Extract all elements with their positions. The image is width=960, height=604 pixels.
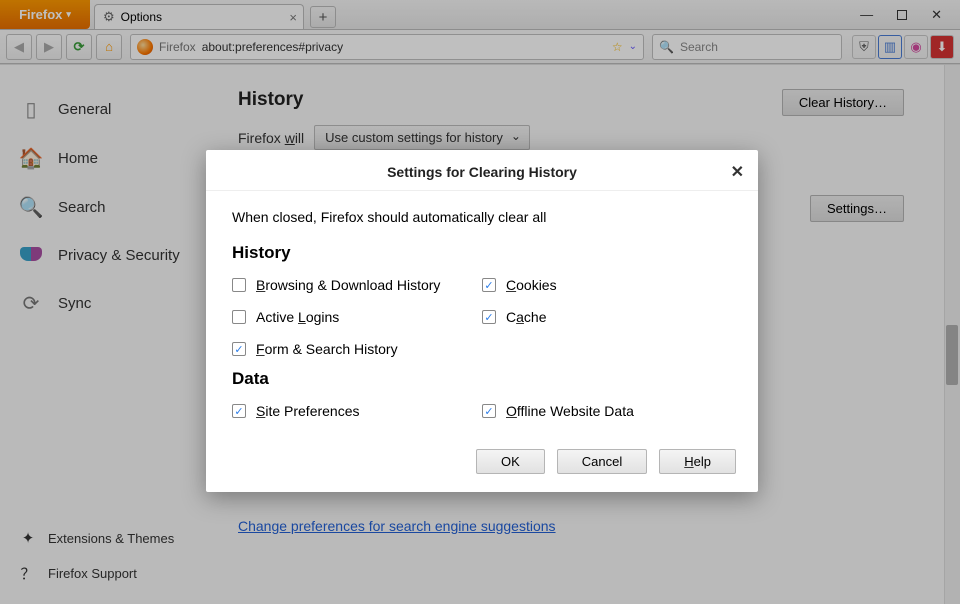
checkbox-label: Form & Search History (256, 341, 398, 357)
checkbox-icon (482, 278, 496, 292)
checkbox-label: Active Logins (256, 309, 339, 325)
checkbox-cookies[interactable]: Cookies (482, 277, 732, 293)
checkbox-label: Cookies (506, 277, 557, 293)
checkbox-label: Offline Website Data (506, 403, 634, 419)
checkbox-cache[interactable]: Cache (482, 309, 732, 325)
checkbox-icon (232, 310, 246, 324)
checkbox-icon (232, 278, 246, 292)
dialog-title: Settings for Clearing History (387, 164, 577, 180)
dialog-title-bar: Settings for Clearing History ✕ (206, 150, 758, 191)
dialog-body: When closed, Firefox should automaticall… (206, 191, 758, 437)
checkbox-icon (232, 404, 246, 418)
data-section-heading: Data (232, 369, 732, 389)
checkbox-browsing[interactable]: Browsing & Download History (232, 277, 482, 293)
history-section-heading: History (232, 243, 732, 263)
dialog-intro: When closed, Firefox should automaticall… (232, 209, 732, 225)
checkbox-label: Cache (506, 309, 547, 325)
help-button[interactable]: Help (659, 449, 736, 474)
ok-button[interactable]: OK (476, 449, 545, 474)
checkbox-label: Browsing & Download History (256, 277, 440, 293)
checkbox-icon (482, 404, 496, 418)
cancel-button[interactable]: Cancel (557, 449, 647, 474)
checkbox-active-logins[interactable]: Active Logins (232, 309, 482, 325)
clear-history-dialog: Settings for Clearing History ✕ When clo… (206, 150, 758, 492)
data-checkbox-grid: Site Preferences Offline Website Data (232, 403, 732, 419)
checkbox-icon (482, 310, 496, 324)
modal-overlay: Settings for Clearing History ✕ When clo… (0, 0, 960, 604)
history-checkbox-grid: Browsing & Download History Cookies Acti… (232, 277, 732, 357)
checkbox-offline-data[interactable]: Offline Website Data (482, 403, 732, 419)
checkbox-icon (232, 342, 246, 356)
dialog-close-button[interactable]: ✕ (731, 162, 744, 182)
checkbox-form-search[interactable]: Form & Search History (232, 341, 482, 357)
dialog-button-row: OK Cancel Help (206, 437, 758, 492)
checkbox-label: Site Preferences (256, 403, 360, 419)
checkbox-site-prefs[interactable]: Site Preferences (232, 403, 482, 419)
